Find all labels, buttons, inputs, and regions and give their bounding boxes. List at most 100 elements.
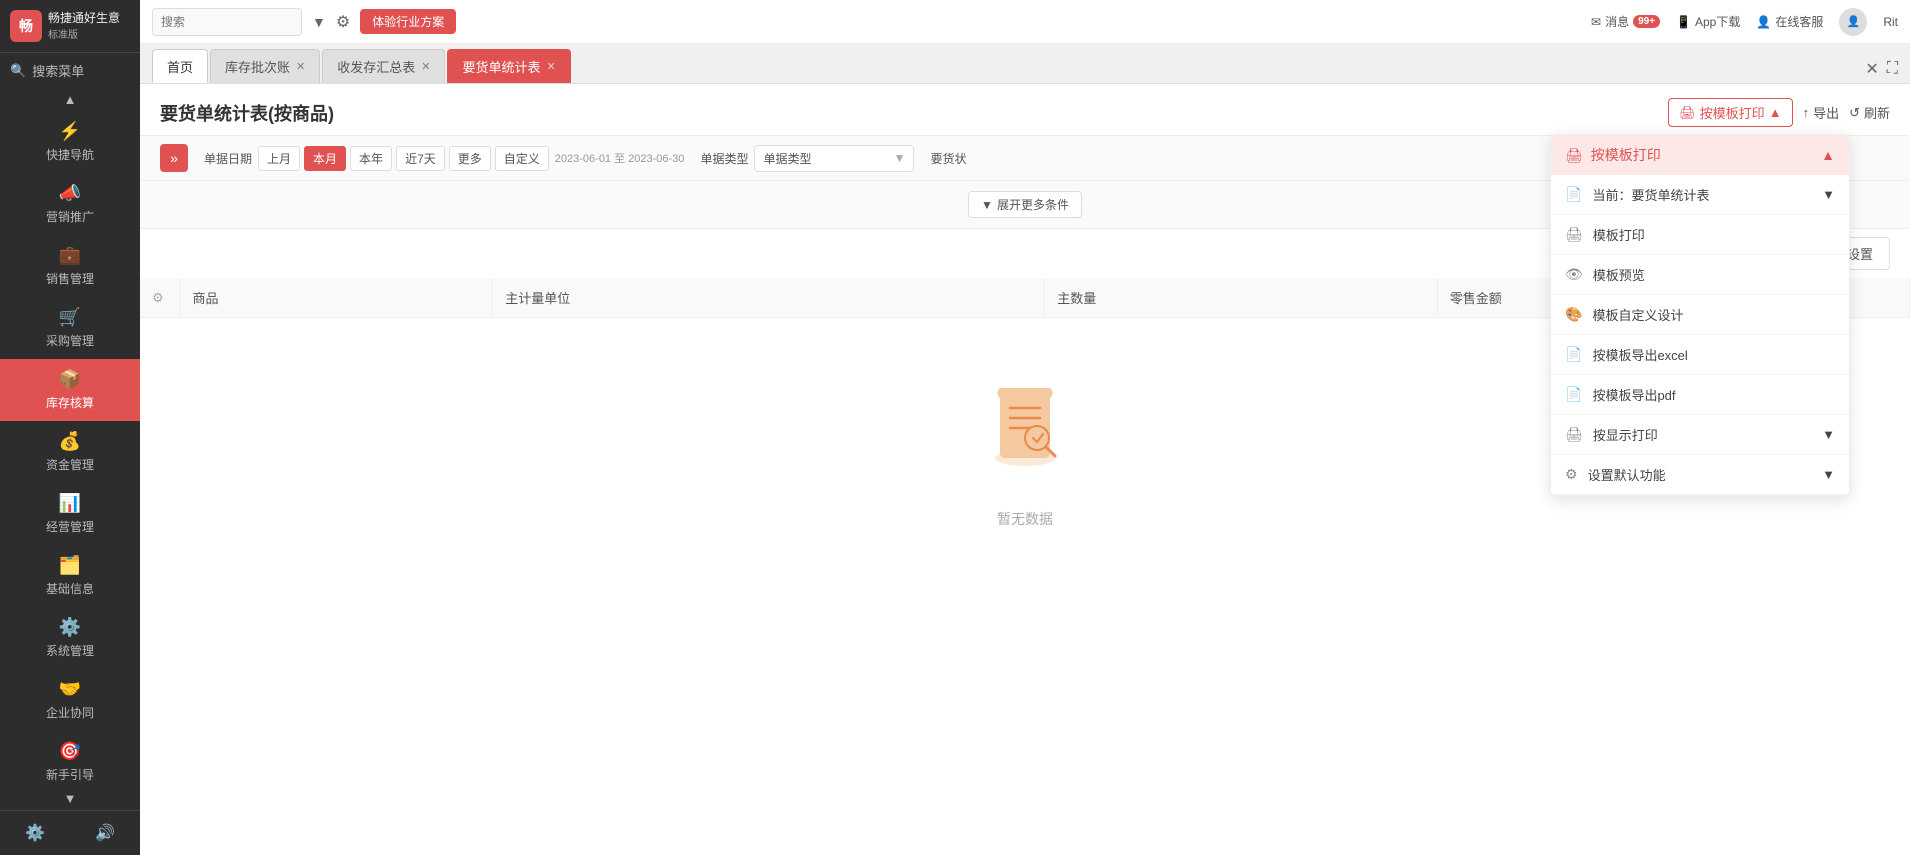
tab-receipt-summary-close[interactable]: ✕ — [421, 60, 430, 73]
sidebar-item-basic[interactable]: 🗂️ 基础信息 — [0, 545, 140, 607]
date-btn-current-year[interactable]: 本年 — [350, 146, 392, 171]
tab-close-all-icon[interactable]: ✕ — [1865, 59, 1878, 79]
settings-bottom-icon[interactable]: ⚙️ — [25, 823, 45, 843]
col-settings[interactable]: ⚙ — [140, 278, 180, 318]
empty-state-text: 暂无数据 — [997, 509, 1053, 529]
date-filter-label: 单据日期 — [204, 150, 252, 167]
dropdown-default-func-label: 设置默认功能 — [1588, 465, 1666, 484]
tabbar: 首页 库存批次账 ✕ 收发存汇总表 ✕ 要货单统计表 ✕ ✕ ⛶ — [140, 44, 1910, 84]
page-header: 要货单统计表(按商品) 🖨 按模板打印 ▲ ↑ 导出 ↺ 刷新 — [140, 84, 1910, 135]
sidebar-item-inventory[interactable]: 📦 库存核算 — [0, 359, 140, 421]
inventory-icon: 📦 — [59, 369, 81, 390]
avatar: 👤 — [1839, 8, 1867, 36]
user-avatar[interactable]: 👤 — [1839, 8, 1867, 36]
date-btn-prev-month[interactable]: 上月 — [258, 146, 300, 171]
logo-text: 畅捷通好生意 — [48, 11, 120, 27]
tab-batch-account-label: 库存批次账 — [225, 57, 290, 76]
message-label: 消息 — [1605, 13, 1629, 30]
collab-icon: 🤝 — [59, 679, 81, 700]
dropdown-design-icon: 🎨 — [1565, 306, 1582, 323]
dropdown-item-label: 模板预览 — [1593, 265, 1645, 284]
expand-more-label: 展开更多条件 — [997, 196, 1069, 213]
sidebar-scroll-down[interactable]: ▼ — [0, 787, 140, 810]
filter-expand-button[interactable]: » — [160, 144, 188, 172]
sidebar-item-finance[interactable]: 💰 资金管理 — [0, 421, 140, 483]
topbar-search-input[interactable] — [152, 8, 302, 36]
sidebar-item-label: 基础信息 — [46, 580, 94, 597]
dropdown-collapse-icon[interactable]: ▲ — [1821, 147, 1835, 163]
tab-maximize-icon[interactable]: ⛶ — [1887, 60, 1898, 78]
sidebar-search[interactable]: 🔍 搜索菜单 — [0, 53, 140, 88]
table-settings-icon[interactable]: ⚙ — [152, 290, 164, 305]
expand-more-icon: ▼ — [981, 198, 993, 212]
sidebar-item-guide[interactable]: 🎯 新手引导 — [0, 731, 140, 787]
audio-icon[interactable]: 🔊 — [95, 823, 115, 843]
template-print-button[interactable]: 🖨 按模板打印 ▲ — [1668, 98, 1792, 127]
tab-order-stats[interactable]: 要货单统计表 ✕ — [447, 49, 570, 83]
dropdown-header: 🖨 按模板打印 ▲ — [1551, 135, 1849, 175]
sales-icon: 💼 — [59, 245, 81, 266]
current-template-icon: 📄 — [1565, 186, 1582, 203]
sidebar-item-operations[interactable]: 📊 经营管理 — [0, 483, 140, 545]
expand-more-button[interactable]: ▼ 展开更多条件 — [968, 191, 1082, 218]
date-btn-7days[interactable]: 近7天 — [396, 146, 445, 171]
dropdown-item-template-design[interactable]: 🎨 模板自定义设计 — [1551, 295, 1849, 335]
refresh-label: 刷新 — [1864, 103, 1890, 122]
sidebar-item-label: 资金管理 — [46, 456, 94, 473]
sidebar-item-label: 经营管理 — [46, 518, 94, 535]
sidebar-item-label: 企业协同 — [46, 704, 94, 721]
topbar: ▼ ⚙ 体验行业方案 ✉ 消息 99+ 📱 App下载 👤 在线客服 👤 R — [140, 0, 1910, 44]
dropdown-item-export-pdf[interactable]: 📄 按模板导出pdf — [1551, 375, 1849, 415]
export-icon: ↑ — [1803, 105, 1810, 120]
dropdown-item-template-print[interactable]: 🖨 模板打印 — [1551, 215, 1849, 255]
dropdown-item-template-preview[interactable]: 👁 模板预览 — [1551, 255, 1849, 295]
sidebar-item-quick-nav[interactable]: ⚡ 快捷导航 — [0, 111, 140, 173]
sidebar-bottom: ⚙️ 🔊 — [0, 810, 140, 855]
dropdown-display-print-icon: 🖨 — [1565, 426, 1583, 443]
online-service-button[interactable]: 👤 在线客服 — [1756, 13, 1823, 30]
date-btn-current-month[interactable]: 本月 — [304, 146, 346, 171]
user-name: Rit — [1883, 15, 1898, 29]
dropdown-item-export-excel[interactable]: 📄 按模板导出excel — [1551, 335, 1849, 375]
tab-order-stats-close[interactable]: ✕ — [547, 60, 556, 73]
topbar-settings-icon[interactable]: ⚙ — [336, 12, 350, 32]
tab-receipt-summary[interactable]: 收发存汇总表 ✕ — [322, 49, 445, 83]
dropdown-preview-icon: 👁 — [1565, 266, 1583, 283]
sidebar-item-purchase[interactable]: 🛒 采购管理 — [0, 297, 140, 359]
dropdown-pdf-icon: 📄 — [1565, 386, 1582, 403]
sidebar-item-collab[interactable]: 🤝 企业协同 — [0, 669, 140, 731]
dropdown-item-default-func[interactable]: ⚙ 设置默认功能 ▼ — [1551, 455, 1849, 495]
sidebar-item-marketing[interactable]: 📣 营销推广 — [0, 173, 140, 235]
dropdown-default-func-arrow: ▼ — [1822, 467, 1835, 482]
export-button[interactable]: ↑ 导出 — [1803, 103, 1840, 122]
dropdown-printer2-icon: 🖨 — [1565, 226, 1583, 243]
app-download-button[interactable]: 📱 App下载 — [1676, 13, 1740, 30]
message-button[interactable]: ✉ 消息 99+ — [1591, 13, 1660, 30]
tab-batch-account[interactable]: 库存批次账 ✕ — [210, 49, 320, 83]
order-type-select[interactable]: 单据类型 ▼ — [754, 145, 914, 172]
template-print-label: 按模板打印 — [1700, 103, 1765, 122]
page-actions: 🖨 按模板打印 ▲ ↑ 导出 ↺ 刷新 — [1668, 98, 1890, 127]
dropdown-current-template[interactable]: 📄 当前：要货单统计表 ▼ — [1551, 175, 1849, 215]
guide-icon: 🎯 — [59, 741, 81, 762]
tabbar-right: ✕ ⛶ — [1865, 59, 1898, 83]
col-qty: 主数量 — [1045, 278, 1438, 318]
refresh-icon: ↺ — [1849, 105, 1860, 121]
logo-badge: 标准版 — [48, 26, 120, 41]
dropdown-item-display-print[interactable]: 🖨 按显示打印 ▼ — [1551, 415, 1849, 455]
date-btn-custom[interactable]: 自定义 — [495, 146, 549, 171]
topbar-promo-button[interactable]: 体验行业方案 — [360, 9, 456, 34]
template-print-dropdown: 🖨 按模板打印 ▲ 📄 当前：要货单统计表 ▼ 🖨 模板打印 👁 模板预览 🎨 … — [1550, 134, 1850, 496]
sidebar-item-system[interactable]: ⚙️ 系统管理 — [0, 607, 140, 669]
empty-state-icon — [975, 378, 1075, 497]
tab-batch-account-close[interactable]: ✕ — [296, 60, 305, 73]
tab-order-stats-label: 要货单统计表 — [462, 57, 540, 76]
topbar-dropdown-btn[interactable]: ▼ — [312, 14, 326, 30]
sidebar-scroll-up[interactable]: ▲ — [0, 88, 140, 111]
dropdown-display-print-label: 按显示打印 — [1593, 425, 1658, 444]
tab-home[interactable]: 首页 — [152, 49, 208, 83]
sidebar-item-sales[interactable]: 💼 销售管理 — [0, 235, 140, 297]
message-badge: 99+ — [1633, 15, 1660, 28]
date-btn-more[interactable]: 更多 — [449, 146, 491, 171]
refresh-button[interactable]: ↺ 刷新 — [1849, 103, 1890, 122]
